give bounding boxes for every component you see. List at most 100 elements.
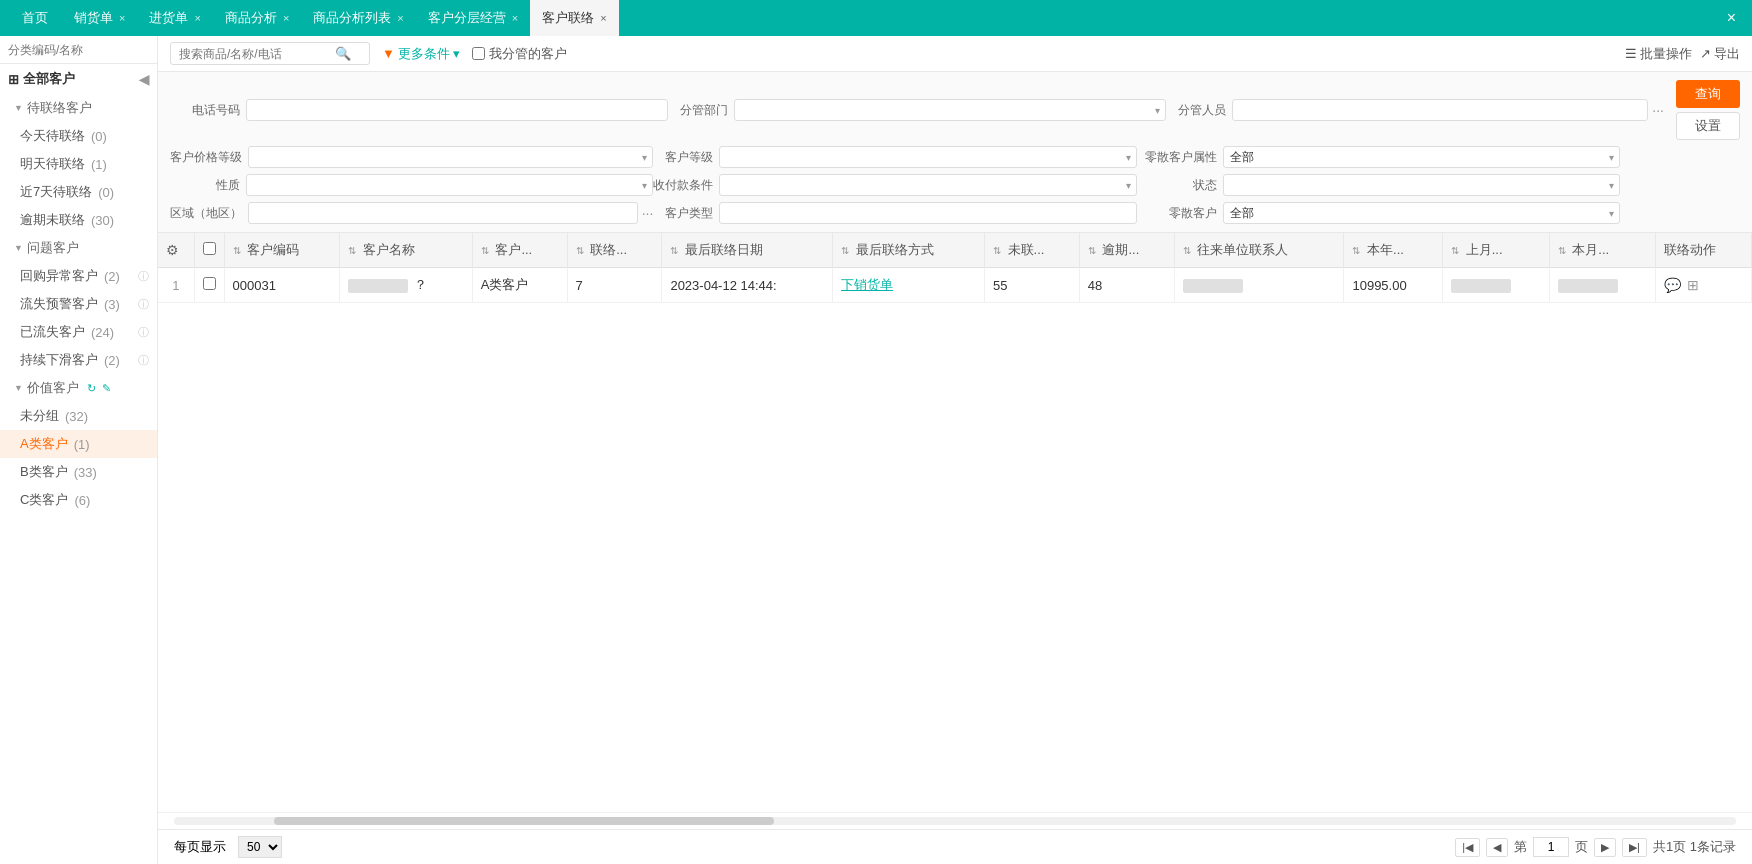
person-dots-btn[interactable]: ··· [1652,102,1664,118]
filter-icon: ▼ [382,46,395,61]
query-button[interactable]: 查询 [1676,80,1740,108]
setting-button[interactable]: 设置 [1676,112,1740,140]
sidebar-item-declining-label: 持续下滑客户 [20,351,98,369]
th-overdue: ⇅ 逾期... [1079,233,1174,268]
nav-sales-close[interactable]: × [119,12,125,24]
select-payment-wrap: ▾ [719,174,1136,196]
export-btn[interactable]: ↗ 导出 [1700,45,1740,63]
triangle-icon-pending: ▼ [14,103,23,113]
sidebar-item-declining[interactable]: 持续下滑客户 (2) ⓘ [0,346,157,374]
sidebar-group-problem[interactable]: ▼ 问题客户 [0,234,157,262]
input-phone[interactable] [246,99,668,121]
value-edit-icon[interactable]: ✎ [102,382,111,395]
nav-sales-order[interactable]: 销货单 × [62,0,137,36]
th-not-contacted-label: 未联... [1008,242,1045,257]
select-dept[interactable] [734,99,1166,121]
col-sort-icon-overdue: ⇅ [1088,245,1096,256]
cell-not-contacted: 55 [984,268,1079,303]
my-customers-filter[interactable]: 我分管的客户 [472,45,567,63]
last-page-btn[interactable]: ▶| [1622,838,1647,857]
th-action: 联络动作 [1656,233,1752,268]
value-refresh-icon[interactable]: ↻ [87,382,96,395]
sidebar-item-7days-label: 近7天待联络 [20,183,92,201]
all-customers-section[interactable]: ⊞ 全部客户 ◀ [0,64,157,94]
select-status[interactable] [1223,174,1620,196]
sidebar-item-churn-warning[interactable]: 流失预警客户 (3) ⓘ [0,290,157,318]
page-input[interactable] [1533,837,1569,857]
sidebar-group-value[interactable]: ▼ 价值客户 ↻ ✎ [0,374,157,402]
th-cust-type-label: 客户... [495,242,532,257]
th-contact-person: ⇅ 往来单位联系人 [1174,233,1344,268]
nav-customer-contact-close[interactable]: × [600,12,606,24]
horizontal-scrollbar[interactable] [174,817,1736,825]
next-page-btn[interactable]: ▶ [1594,838,1616,857]
th-last-month-label: 上月... [1466,242,1503,257]
nav-customer-tier-close[interactable]: × [512,12,518,24]
region-dots-btn[interactable]: ··· [642,205,654,221]
table-gear-icon[interactable]: ⚙ [166,242,179,258]
sidebar-item-today[interactable]: 今天待联络 (0) [0,122,157,150]
nav-purchase-close[interactable]: × [194,12,200,24]
close-all-tabs[interactable]: × [1719,9,1744,27]
sidebar-item-tomorrow[interactable]: 明天待联络 (1) [0,150,157,178]
search-input[interactable] [179,47,329,61]
nav-product-close[interactable]: × [283,12,289,24]
sidebar-item-overdue[interactable]: 逾期未联络 (30) [0,206,157,234]
sidebar-item-class-a[interactable]: A类客户 (1) [0,430,157,458]
nav-product-list-close[interactable]: × [397,12,403,24]
sidebar-search-input[interactable] [8,43,158,57]
input-region-wrap: ··· [248,202,653,224]
my-customers-checkbox[interactable] [472,47,485,60]
grid-action-icon[interactable]: ⊞ [1687,277,1699,293]
select-retail-attr[interactable]: 全部 [1223,146,1620,168]
first-page-btn[interactable]: |◀ [1455,838,1480,857]
col-sort-icon-name: ⇅ [348,245,356,256]
search-box: 🔍 [170,42,370,65]
label-nature: 性质 [170,177,240,194]
select-price-level[interactable] [248,146,653,168]
nav-purchase-order[interactable]: 进货单 × [137,0,212,36]
info-icon-churned: ⓘ [138,325,149,340]
select-cust-level[interactable] [719,146,1136,168]
chat-icon[interactable]: 💬 [1664,277,1681,293]
cell-last-date: 2023-04-12 14:44: [662,268,833,303]
more-filters-btn[interactable]: ▼ 更多条件 ▾ [382,45,460,63]
search-icon[interactable]: 🔍 [335,46,351,61]
nav-customer-contact[interactable]: 客户联络 × [530,0,618,36]
nav-product-list-label: 商品分析列表 [313,9,391,27]
nav-product-analysis-list[interactable]: 商品分析列表 × [301,0,415,36]
sidebar-search-box: 🔍 [0,36,157,64]
select-all-checkbox[interactable] [203,242,216,255]
row-checkbox[interactable] [203,277,216,290]
sidebar-item-class-b[interactable]: B类客户 (33) [0,458,157,486]
sidebar-item-class-c[interactable]: C类客户 (6) [0,486,157,514]
prev-page-btn[interactable]: ◀ [1486,838,1508,857]
horizontal-scrollbar-container [158,812,1752,829]
last-method-link[interactable]: 下销货单 [841,277,893,292]
batch-operation-btn[interactable]: ☰ 批量操作 [1625,45,1692,63]
sidebar-item-7days[interactable]: 近7天待联络 (0) [0,178,157,206]
nav-home[interactable]: 首页 [8,0,62,36]
sidebar-collapse-icon[interactable]: ◀ [139,72,149,87]
input-person[interactable] [1232,99,1648,121]
export-label: 导出 [1714,45,1740,63]
sidebar-item-churned[interactable]: 已流失客户 (24) ⓘ [0,318,157,346]
th-last-contact-method: ⇅ 最后联络方式 [833,233,985,268]
sidebar-item-unclassified[interactable]: 未分组 (32) [0,402,157,430]
input-cust-type[interactable] [719,202,1136,224]
select-payment[interactable] [719,174,1136,196]
page-size-select[interactable]: 50 [238,836,282,858]
scrollbar-thumb[interactable] [274,817,774,825]
field-retail-attr: 零散客户属性 全部 ▾ [1137,146,1620,168]
sidebar-item-repurchase-abnormal[interactable]: 回购异常客户 (2) ⓘ [0,262,157,290]
nav-customer-tier[interactable]: 客户分层经营 × [416,0,530,36]
select-retail-cust[interactable]: 全部 [1223,202,1620,224]
sidebar-group-pending[interactable]: ▼ 待联络客户 [0,94,157,122]
pending-group-label: 待联络客户 [27,99,92,117]
nav-product-analysis[interactable]: 商品分析 × [213,0,301,36]
select-nature[interactable] [246,174,653,196]
cell-code: 000031 [224,268,340,303]
input-region[interactable] [248,202,638,224]
field-retail-cust: 零散客户 全部 ▾ [1137,202,1620,224]
content-area: 🔍 ▼ 更多条件 ▾ 我分管的客户 ☰ 批量操作 ↗ 导出 [158,36,1752,864]
